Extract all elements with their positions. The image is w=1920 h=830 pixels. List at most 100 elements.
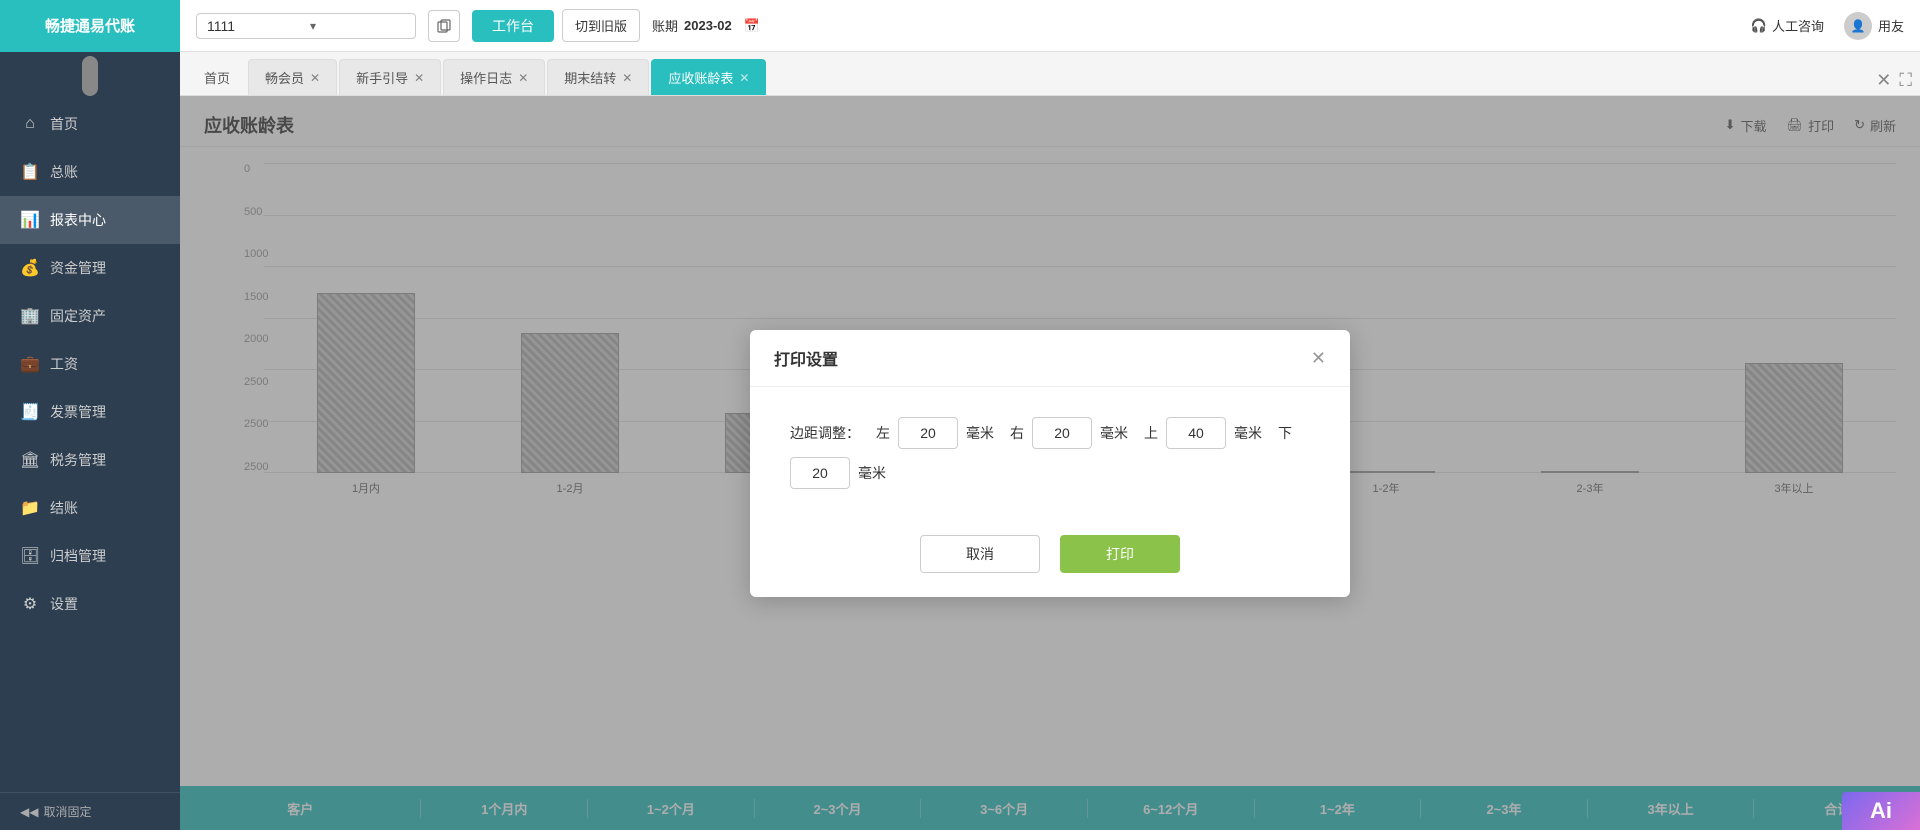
sidebar-item-finance[interactable]: 💰 资金管理 — [0, 244, 180, 292]
home-icon: ⌂ — [20, 115, 40, 133]
modal-header: 打印设置 ✕ — [750, 330, 1350, 387]
tab-period-end-close[interactable]: ✕ — [622, 71, 632, 85]
workstation-button[interactable]: 工作台 — [472, 10, 554, 42]
margin-label: 边距调整： — [790, 423, 860, 443]
finance-icon: 💰 — [20, 258, 40, 278]
tab-guide[interactable]: 新手引导 ✕ — [339, 59, 441, 95]
sidebar-item-label-ledger: 总账 — [50, 162, 78, 182]
sidebar-item-settings[interactable]: ⚙ 设置 — [0, 580, 180, 628]
user-area[interactable]: 👤 用友 — [1844, 12, 1904, 40]
tab-home-label: 首页 — [204, 68, 230, 87]
sidebar-item-label-home: 首页 — [50, 114, 78, 134]
tab-log-label: 操作日志 — [460, 68, 512, 87]
maximize-icon[interactable]: ⛶ — [1899, 70, 1912, 91]
modal-body: 边距调整： 左 毫米 右 毫米 上 毫米 下 毫米 — [750, 387, 1350, 519]
tab-guide-close[interactable]: ✕ — [414, 71, 424, 85]
collapse-icon: ◀◀ — [20, 805, 38, 819]
settings-icon: ⚙ — [20, 594, 40, 614]
tab-aging-label: 应收账龄表 — [668, 68, 733, 87]
sidebar-item-label-finance: 资金管理 — [50, 258, 106, 278]
modal-close-button[interactable]: ✕ — [1311, 349, 1326, 367]
right-unit: 毫米 — [1100, 423, 1128, 443]
left-margin-input[interactable] — [898, 417, 958, 449]
margin-row: 边距调整： 左 毫米 右 毫米 上 毫米 下 毫米 — [790, 417, 1310, 489]
sidebar-collapse-button[interactable]: ◀◀取消固定 — [0, 792, 180, 830]
closing-icon: 📁 — [20, 498, 40, 518]
period-value: 2023-02 — [684, 18, 732, 33]
ledger-icon: 📋 — [20, 162, 40, 182]
calendar-icon[interactable]: 📅 — [744, 18, 760, 34]
print-settings-modal: 打印设置 ✕ 边距调整： 左 毫米 右 毫米 上 — [750, 330, 1350, 597]
tab-log[interactable]: 操作日志 ✕ — [443, 59, 545, 95]
modal-print-button[interactable]: 打印 — [1060, 535, 1180, 573]
tab-guide-label: 新手引导 — [356, 68, 408, 87]
consult-link[interactable]: 🎧 人工咨询 — [1751, 16, 1824, 35]
sidebar-item-tax[interactable]: 🏛 税务管理 — [0, 436, 180, 484]
consult-label: 人工咨询 — [1772, 16, 1824, 35]
reports-icon: 📊 — [20, 210, 40, 230]
sidebar-item-assets[interactable]: 🏢 固定资产 — [0, 292, 180, 340]
sidebar-item-label-assets: 固定资产 — [50, 306, 106, 326]
close-all-icon[interactable]: ✕ — [1876, 70, 1891, 91]
sidebar-item-salary[interactable]: 💼 工资 — [0, 340, 180, 388]
content-area: 首页 畅会员 ✕ 新手引导 ✕ 操作日志 ✕ 期末结转 ✕ 应收账龄表 ✕ — [180, 52, 1920, 830]
tax-icon: 🏛 — [20, 450, 40, 470]
top-unit: 毫米 — [1234, 423, 1262, 443]
sidebar-scroll-handle[interactable] — [82, 56, 98, 96]
tab-aging[interactable]: 应收账龄表 ✕ — [651, 59, 766, 95]
tab-period-end-label: 期末结转 — [564, 68, 616, 87]
copy-icon — [436, 18, 452, 34]
headset-icon: 🎧 — [1751, 18, 1767, 34]
archive-icon: 🗄 — [20, 546, 40, 566]
tab-bar: 首页 畅会员 ✕ 新手引导 ✕ 操作日志 ✕ 期末结转 ✕ 应收账龄表 ✕ — [180, 52, 1920, 96]
tab-vip-label: 畅会员 — [265, 68, 304, 87]
left-unit: 毫米 — [966, 423, 994, 443]
modal-title: 打印设置 — [774, 346, 838, 370]
switch-old-button[interactable]: 切到旧版 — [562, 9, 640, 42]
bottom-direction-label: 下 — [1278, 423, 1292, 443]
avatar-icon: 👤 — [1851, 19, 1866, 33]
company-selector[interactable]: 1111 ▾ — [196, 13, 416, 39]
sidebar-item-label-settings: 设置 — [50, 594, 78, 614]
tab-home[interactable]: 首页 — [188, 59, 246, 95]
user-name: 用友 — [1878, 16, 1904, 35]
tab-period-end[interactable]: 期末结转 ✕ — [547, 59, 649, 95]
sidebar-item-invoice[interactable]: 🧾 发票管理 — [0, 388, 180, 436]
company-name: 1111 — [207, 18, 302, 34]
right-margin-input[interactable] — [1032, 417, 1092, 449]
tab-vip-close[interactable]: ✕ — [310, 71, 320, 85]
tab-actions: ✕ ⛶ — [1876, 70, 1912, 95]
sidebar-item-label-invoice: 发票管理 — [50, 402, 106, 422]
salary-icon: 💼 — [20, 354, 40, 374]
bottom-margin-input[interactable] — [790, 457, 850, 489]
top-direction-label: 上 — [1144, 423, 1158, 443]
sidebar-item-label-reports: 报表中心 — [50, 210, 106, 230]
page-content: 应收账龄表 ⬇ 下载 🖨 打印 ↻ 刷新 — [180, 96, 1920, 830]
tab-log-close[interactable]: ✕ — [518, 71, 528, 85]
top-bar: 畅捷通易代账 1111 ▾ 工作台 切到旧版 账期 2023-02 📅 🎧 人工… — [0, 0, 1920, 52]
period-prefix: 账期 — [652, 16, 678, 35]
sidebar-item-home[interactable]: ⌂ 首页 — [0, 100, 180, 148]
sidebar-item-label-archive: 归档管理 — [50, 546, 106, 566]
right-direction-label: 右 — [1010, 423, 1024, 443]
sidebar-item-closing[interactable]: 📁 结账 — [0, 484, 180, 532]
top-margin-input[interactable] — [1166, 417, 1226, 449]
invoice-icon: 🧾 — [20, 402, 40, 422]
ai-badge[interactable]: Ai — [1842, 792, 1920, 830]
sidebar-item-label-salary: 工资 — [50, 354, 78, 374]
sidebar-item-label-tax: 税务管理 — [50, 450, 106, 470]
modal-footer: 取消 打印 — [750, 519, 1350, 597]
top-right: 🎧 人工咨询 👤 用友 — [1751, 12, 1904, 40]
tab-vip[interactable]: 畅会员 ✕ — [248, 59, 337, 95]
cancel-button[interactable]: 取消 — [920, 535, 1040, 573]
sidebar-item-ledger[interactable]: 📋 总账 — [0, 148, 180, 196]
sidebar-item-archive[interactable]: 🗄 归档管理 — [0, 532, 180, 580]
logo-text: 畅捷通易代账 — [45, 15, 135, 36]
copy-icon-button[interactable] — [428, 10, 460, 42]
sidebar-item-reports[interactable]: 📊 报表中心 — [0, 196, 180, 244]
tab-aging-close[interactable]: ✕ — [739, 71, 749, 85]
bottom-unit: 毫米 — [858, 463, 886, 483]
assets-icon: 🏢 — [20, 306, 40, 326]
period-area: 账期 2023-02 📅 — [652, 16, 766, 35]
logo-area: 畅捷通易代账 — [0, 0, 180, 52]
